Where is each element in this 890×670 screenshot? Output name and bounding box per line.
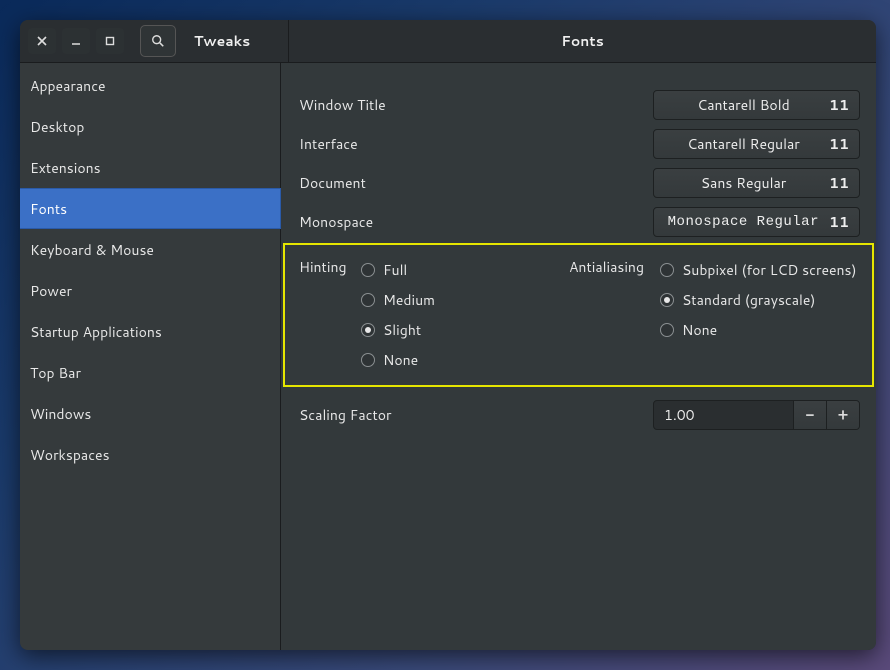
font-size: 11 (829, 212, 849, 232)
font-row-monospace: Monospace Monospace Regular 11 (299, 202, 860, 241)
window-body: AppearanceDesktopExtensionsFontsKeyboard… (20, 63, 876, 650)
font-name: Monospace Regular (668, 214, 819, 230)
radio-option-none[interactable]: None (361, 345, 501, 375)
close-button[interactable] (28, 28, 56, 54)
antialiasing-label: Antialiasing (511, 255, 644, 277)
radio-option-none[interactable]: None (660, 315, 860, 345)
radio-icon (660, 263, 674, 277)
sidebar-item-workspaces[interactable]: Workspaces (20, 434, 280, 475)
hinting-options: Full Medium Slight None (361, 255, 501, 375)
font-row-interface: Interface Cantarell Regular 11 (299, 124, 860, 163)
app-title: Tweaks (194, 31, 250, 51)
scaling-increment-button[interactable]: + (826, 401, 859, 429)
sidebar-item-desktop[interactable]: Desktop (20, 106, 280, 147)
radio-icon (361, 293, 375, 307)
font-row-label: Monospace (299, 212, 653, 232)
font-size: 11 (829, 173, 849, 193)
font-name: Sans Regular (668, 173, 819, 193)
hinting-antialiasing-highlight: Hinting Full Medium Slight None Antialiasin… (283, 243, 874, 387)
sidebar-item-windows[interactable]: Windows (20, 393, 280, 434)
radio-icon (361, 353, 375, 367)
scaling-factor-value: 1.00 (654, 401, 793, 429)
sidebar: AppearanceDesktopExtensionsFontsKeyboard… (20, 63, 281, 650)
font-size: 11 (829, 134, 849, 154)
scaling-factor-label: Scaling Factor (299, 405, 653, 425)
font-chooser-button[interactable]: Cantarell Bold 11 (653, 90, 860, 120)
radio-option-slight[interactable]: Slight (361, 315, 501, 345)
font-row-window-title: Window Title Cantarell Bold 11 (299, 85, 860, 124)
minimize-button[interactable] (62, 28, 90, 54)
sidebar-item-top-bar[interactable]: Top Bar (20, 352, 280, 393)
sidebar-item-keyboard-mouse[interactable]: Keyboard & Mouse (20, 229, 280, 270)
sidebar-item-startup-applications[interactable]: Startup Applications (20, 311, 280, 352)
tweaks-window: Tweaks Fonts AppearanceDesktopExtensions… (20, 20, 876, 650)
scaling-factor-row: Scaling Factor 1.00 − + (299, 395, 860, 434)
content-pane: Window TitleCantarell Bold11InterfaceCan… (281, 63, 876, 650)
radio-option-subpixel-for-lcd-screens-[interactable]: Subpixel (for LCD screens) (660, 255, 860, 285)
sidebar-item-appearance[interactable]: Appearance (20, 65, 280, 106)
font-row-label: Interface (299, 134, 653, 154)
panel-title: Fonts (561, 31, 604, 51)
radio-label: Full (383, 260, 407, 280)
font-name: Cantarell Bold (668, 95, 819, 115)
font-row-label: Window Title (299, 95, 653, 115)
font-size: 11 (829, 95, 849, 115)
radio-icon (660, 293, 674, 307)
font-chooser-button[interactable]: Monospace Regular 11 (653, 207, 860, 237)
font-row-label: Document (299, 173, 653, 193)
radio-label: None (682, 320, 717, 340)
radio-label: None (383, 350, 418, 370)
radio-label: Slight (383, 320, 421, 340)
font-chooser-button[interactable]: Sans Regular 11 (653, 168, 860, 198)
radio-label: Subpixel (for LCD screens) (682, 260, 857, 280)
radio-label: Medium (383, 290, 435, 310)
sidebar-item-extensions[interactable]: Extensions (20, 147, 280, 188)
radio-label: Standard (grayscale) (682, 290, 816, 310)
search-button[interactable] (140, 25, 176, 57)
font-name: Cantarell Regular (668, 134, 819, 154)
scaling-decrement-button[interactable]: − (793, 401, 826, 429)
radio-icon (361, 263, 375, 277)
hinting-label: Hinting (299, 255, 351, 277)
title-bar: Tweaks Fonts (20, 20, 876, 63)
title-bar-left: Tweaks (20, 20, 289, 62)
radio-icon (660, 323, 674, 337)
sidebar-item-fonts[interactable]: Fonts (20, 188, 281, 229)
radio-option-standard-grayscale-[interactable]: Standard (grayscale) (660, 285, 860, 315)
scaling-factor-spin[interactable]: 1.00 − + (653, 400, 860, 430)
search-icon (151, 34, 165, 48)
radio-option-medium[interactable]: Medium (361, 285, 501, 315)
title-bar-right: Fonts (289, 20, 876, 62)
font-chooser-button[interactable]: Cantarell Regular 11 (653, 129, 860, 159)
maximize-button[interactable] (96, 28, 124, 54)
radio-option-full[interactable]: Full (361, 255, 501, 285)
sidebar-item-power[interactable]: Power (20, 270, 280, 311)
radio-icon (361, 323, 375, 337)
antialiasing-options: Subpixel (for LCD screens) Standard (gray… (660, 255, 860, 375)
font-row-document: Document Sans Regular 11 (299, 163, 860, 202)
